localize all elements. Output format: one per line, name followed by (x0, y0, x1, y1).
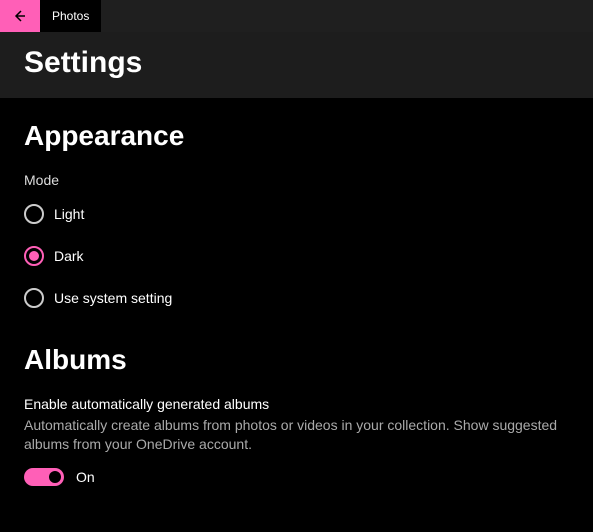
auto-albums-toggle-row: On (24, 468, 569, 486)
mode-radio-group: Light Dark Use system setting (24, 204, 569, 308)
mode-option-label: Light (54, 206, 84, 222)
mode-option-label: Use system setting (54, 290, 172, 306)
app-name: Photos (40, 0, 101, 32)
section-appearance-title: Appearance (24, 120, 569, 152)
auto-albums-toggle-state: On (76, 469, 95, 485)
page-title: Settings (24, 46, 569, 80)
titlebar: Photos (0, 0, 593, 32)
titlebar-drag-area[interactable] (101, 0, 593, 32)
auto-albums-toggle[interactable] (24, 468, 64, 486)
content: Appearance Mode Light Dark Use system se… (0, 98, 593, 486)
radio-icon (24, 204, 44, 224)
section-albums-title: Albums (24, 344, 569, 376)
toggle-knob-icon (49, 471, 61, 483)
radio-icon (24, 288, 44, 308)
page-header: Settings (0, 32, 593, 98)
auto-albums-description: Automatically create albums from photos … (24, 416, 569, 454)
mode-option-system[interactable]: Use system setting (24, 288, 569, 308)
mode-option-light[interactable]: Light (24, 204, 569, 224)
mode-option-dark[interactable]: Dark (24, 246, 569, 266)
back-arrow-icon (12, 8, 28, 24)
back-button[interactable] (0, 0, 40, 32)
auto-albums-label: Enable automatically generated albums (24, 396, 569, 412)
radio-icon (24, 246, 44, 266)
mode-option-label: Dark (54, 248, 84, 264)
mode-label: Mode (24, 172, 569, 188)
